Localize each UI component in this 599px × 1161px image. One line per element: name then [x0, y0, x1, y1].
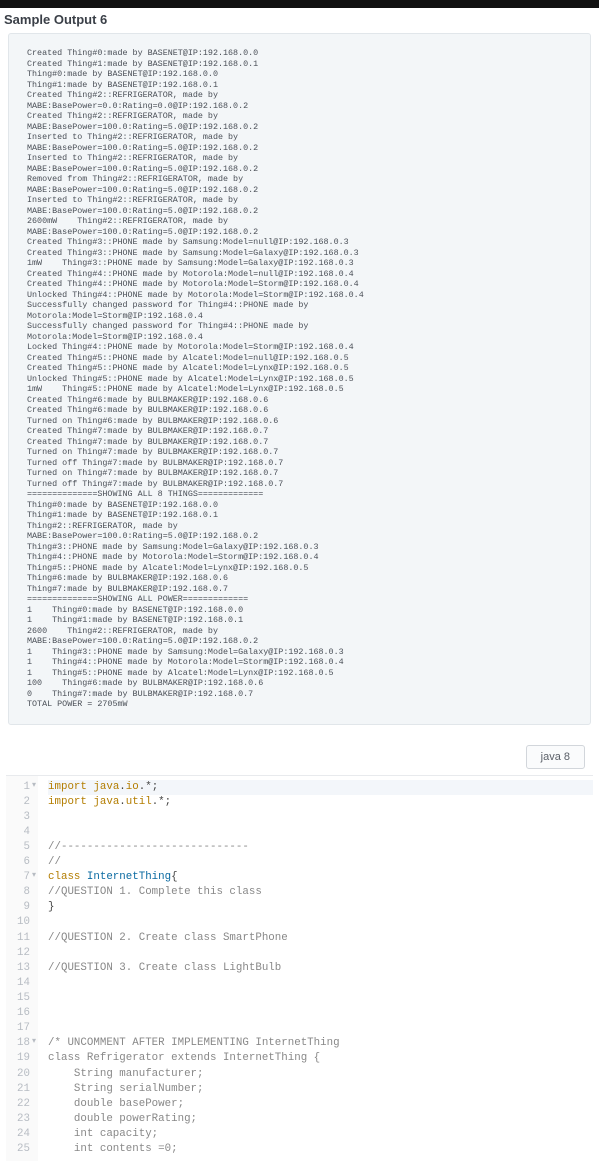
- code-line[interactable]: //QUESTION 2. Create class SmartPhone: [48, 931, 593, 946]
- code-line[interactable]: int capacity;: [48, 1127, 593, 1142]
- code-line[interactable]: double basePower;: [48, 1097, 593, 1112]
- line-number: 9: [10, 900, 30, 915]
- code-line[interactable]: }: [48, 900, 593, 915]
- code-line[interactable]: [48, 810, 593, 825]
- code-line[interactable]: //-----------------------------: [48, 840, 593, 855]
- code-body[interactable]: import java.io.*;import java.util.*; //-…: [38, 776, 593, 1161]
- line-number: 20: [10, 1067, 30, 1082]
- line-number: 15: [10, 991, 30, 1006]
- code-area[interactable]: 1234567891011121314151617181920212223242…: [6, 775, 593, 1161]
- line-number: 5: [10, 840, 30, 855]
- line-number: 1: [10, 780, 30, 795]
- code-line[interactable]: import java.io.*;: [48, 780, 593, 795]
- line-number: 3: [10, 810, 30, 825]
- section-heading: Sample Output 6: [0, 8, 599, 33]
- line-number: 25: [10, 1142, 30, 1157]
- line-number: 7: [10, 870, 30, 885]
- editor-toolbar: java 8: [6, 739, 593, 775]
- code-line[interactable]: [48, 991, 593, 1006]
- line-number: 2: [10, 795, 30, 810]
- line-number: 10: [10, 915, 30, 930]
- code-line[interactable]: String serialNumber;: [48, 1082, 593, 1097]
- code-editor: java 8 123456789101112131415161718192021…: [6, 739, 593, 1161]
- sample-output-text: Created Thing#0:made by BASENET@IP:192.1…: [27, 48, 572, 710]
- code-line[interactable]: /* UNCOMMENT AFTER IMPLEMENTING Internet…: [48, 1036, 593, 1051]
- line-number: 8: [10, 885, 30, 900]
- line-number: 19: [10, 1051, 30, 1066]
- code-line[interactable]: String manufacturer;: [48, 1067, 593, 1082]
- code-line[interactable]: [48, 946, 593, 961]
- code-line[interactable]: [48, 1006, 593, 1021]
- line-number: 16: [10, 1006, 30, 1021]
- code-line[interactable]: [48, 1021, 593, 1036]
- code-line[interactable]: //QUESTION 1. Complete this class: [48, 885, 593, 900]
- sample-output-block: Created Thing#0:made by BASENET@IP:192.1…: [8, 33, 591, 725]
- line-number: 14: [10, 976, 30, 991]
- line-number: 6: [10, 855, 30, 870]
- code-line[interactable]: class Refrigerator extends InternetThing…: [48, 1051, 593, 1066]
- code-line[interactable]: [48, 825, 593, 840]
- code-line[interactable]: [48, 976, 593, 991]
- code-line[interactable]: class InternetThing{: [48, 870, 593, 885]
- code-line[interactable]: int contents =0;: [48, 1142, 593, 1157]
- line-number: 17: [10, 1021, 30, 1036]
- top-bar: [0, 0, 599, 8]
- language-select-button[interactable]: java 8: [526, 745, 585, 769]
- line-number: 12: [10, 946, 30, 961]
- code-line[interactable]: double powerRating;: [48, 1112, 593, 1127]
- line-number-gutter: 1234567891011121314151617181920212223242…: [6, 776, 38, 1161]
- line-number: 4: [10, 825, 30, 840]
- line-number: 18: [10, 1036, 30, 1051]
- line-number: 24: [10, 1127, 30, 1142]
- code-line[interactable]: import java.util.*;: [48, 795, 593, 810]
- code-line[interactable]: //: [48, 855, 593, 870]
- line-number: 11: [10, 931, 30, 946]
- line-number: 22: [10, 1097, 30, 1112]
- line-number: 13: [10, 961, 30, 976]
- code-line[interactable]: //QUESTION 3. Create class LightBulb: [48, 961, 593, 976]
- line-number: 21: [10, 1082, 30, 1097]
- code-line[interactable]: [48, 915, 593, 930]
- line-number: 23: [10, 1112, 30, 1127]
